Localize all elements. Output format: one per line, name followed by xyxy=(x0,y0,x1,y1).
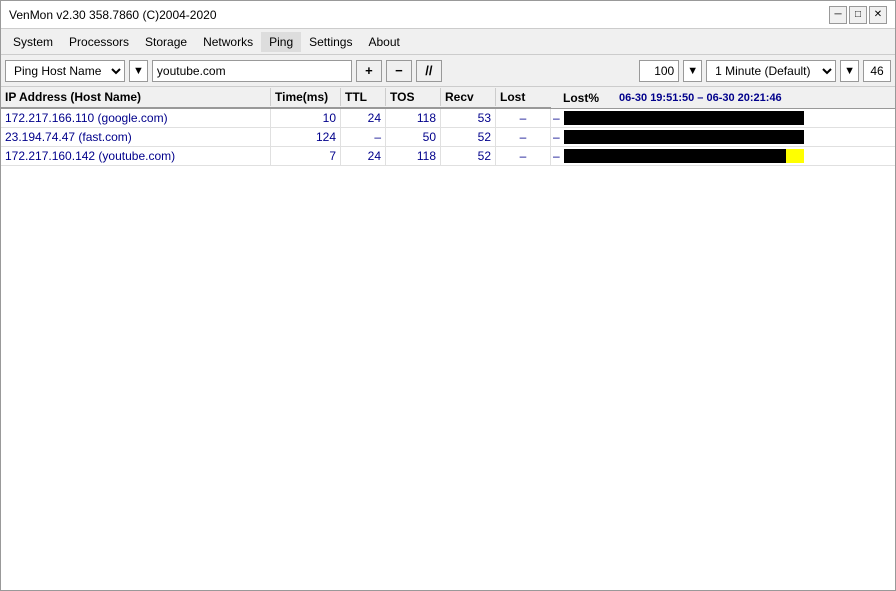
cell-lost-pct: – xyxy=(553,149,560,163)
cell-tos: 118 xyxy=(386,147,441,165)
cell-lost: – xyxy=(496,128,551,146)
toolbar: Ping Host Name ▼ + − // ▼ 1 Minute (Defa… xyxy=(1,55,895,87)
cell-lost: – xyxy=(496,109,551,127)
menu-about[interactable]: About xyxy=(360,32,407,52)
cell-ttl: – xyxy=(341,128,386,146)
host-type-dropdown-btn[interactable]: ▼ xyxy=(129,60,148,82)
table-row[interactable]: 172.217.160.142 (youtube.com) 7 24 118 5… xyxy=(1,147,895,166)
count-dropdown-btn[interactable]: ▼ xyxy=(683,60,702,82)
menu-processors[interactable]: Processors xyxy=(61,32,137,52)
col-tos: TOS xyxy=(386,88,441,106)
time-interval-dropdown-btn[interactable]: ▼ xyxy=(840,60,859,82)
menu-settings[interactable]: Settings xyxy=(301,32,360,52)
minimize-button[interactable]: ─ xyxy=(829,6,847,24)
cell-time: 7 xyxy=(271,147,341,165)
spark-bar xyxy=(564,130,804,144)
col-lost-pct: Lost% xyxy=(559,89,603,107)
cell-ttl: 24 xyxy=(341,147,386,165)
col-ttl: TTL xyxy=(341,88,386,106)
window-controls: ─ □ ✕ xyxy=(829,6,887,24)
menu-networks[interactable]: Networks xyxy=(195,32,261,52)
ping-count-display: 46 xyxy=(863,60,891,82)
toolbar-right: ▼ 1 Minute (Default) ▼ 46 xyxy=(639,60,891,82)
cell-spark: – xyxy=(551,128,895,146)
cell-tos: 118 xyxy=(386,109,441,127)
col-lost: Lost xyxy=(496,88,551,106)
cell-ip: 172.217.166.110 (google.com) xyxy=(1,109,271,127)
close-button[interactable]: ✕ xyxy=(869,6,887,24)
table-row[interactable]: 172.217.166.110 (google.com) 10 24 118 5… xyxy=(1,109,895,128)
col-ip: IP Address (Host Name) xyxy=(1,88,271,106)
menu-bar: System Processors Storage Networks Ping … xyxy=(1,29,895,55)
cell-ttl: 24 xyxy=(341,109,386,127)
content-area: IP Address (Host Name) Time(ms) TTL TOS … xyxy=(1,87,895,590)
remove-host-button[interactable]: − xyxy=(386,60,412,82)
cell-spark: – xyxy=(551,147,895,165)
spark-bar xyxy=(564,111,804,125)
menu-ping[interactable]: Ping xyxy=(261,32,301,52)
time-range-display: 06-30 19:51:50 – 06-30 20:21:46 xyxy=(619,92,782,104)
spark-bar xyxy=(564,149,786,163)
cell-time: 10 xyxy=(271,109,341,127)
spark-yellow-bar xyxy=(786,149,804,163)
cell-recv: 52 xyxy=(441,147,496,165)
cell-time: 124 xyxy=(271,128,341,146)
cell-spark: – xyxy=(551,109,895,127)
table-body: 172.217.166.110 (google.com) 10 24 118 5… xyxy=(1,109,895,590)
menu-system[interactable]: System xyxy=(5,32,61,52)
cell-ip: 23.194.74.47 (fast.com) xyxy=(1,128,271,146)
pause-button[interactable]: // xyxy=(416,60,442,82)
cell-recv: 53 xyxy=(441,109,496,127)
cell-tos: 50 xyxy=(386,128,441,146)
title-bar: VenMon v2.30 358.7860 (C)2004-2020 ─ □ ✕ xyxy=(1,1,895,29)
time-interval-select[interactable]: 1 Minute (Default) xyxy=(706,60,836,82)
window-title: VenMon v2.30 358.7860 (C)2004-2020 xyxy=(9,8,217,22)
col-time: Time(ms) xyxy=(271,88,341,106)
maximize-button[interactable]: □ xyxy=(849,6,867,24)
cell-ip: 172.217.160.142 (youtube.com) xyxy=(1,147,271,165)
count-input[interactable] xyxy=(639,60,679,82)
add-host-button[interactable]: + xyxy=(356,60,382,82)
cell-lost-pct: – xyxy=(553,111,560,125)
cell-lost-pct: – xyxy=(553,130,560,144)
cell-lost: – xyxy=(496,147,551,165)
host-input[interactable] xyxy=(152,60,352,82)
table-row[interactable]: 23.194.74.47 (fast.com) 124 – 50 52 – – xyxy=(1,128,895,147)
main-window: VenMon v2.30 358.7860 (C)2004-2020 ─ □ ✕… xyxy=(0,0,896,591)
col-recv: Recv xyxy=(441,88,496,106)
host-type-select[interactable]: Ping Host Name xyxy=(5,60,125,82)
cell-recv: 52 xyxy=(441,128,496,146)
menu-storage[interactable]: Storage xyxy=(137,32,195,52)
